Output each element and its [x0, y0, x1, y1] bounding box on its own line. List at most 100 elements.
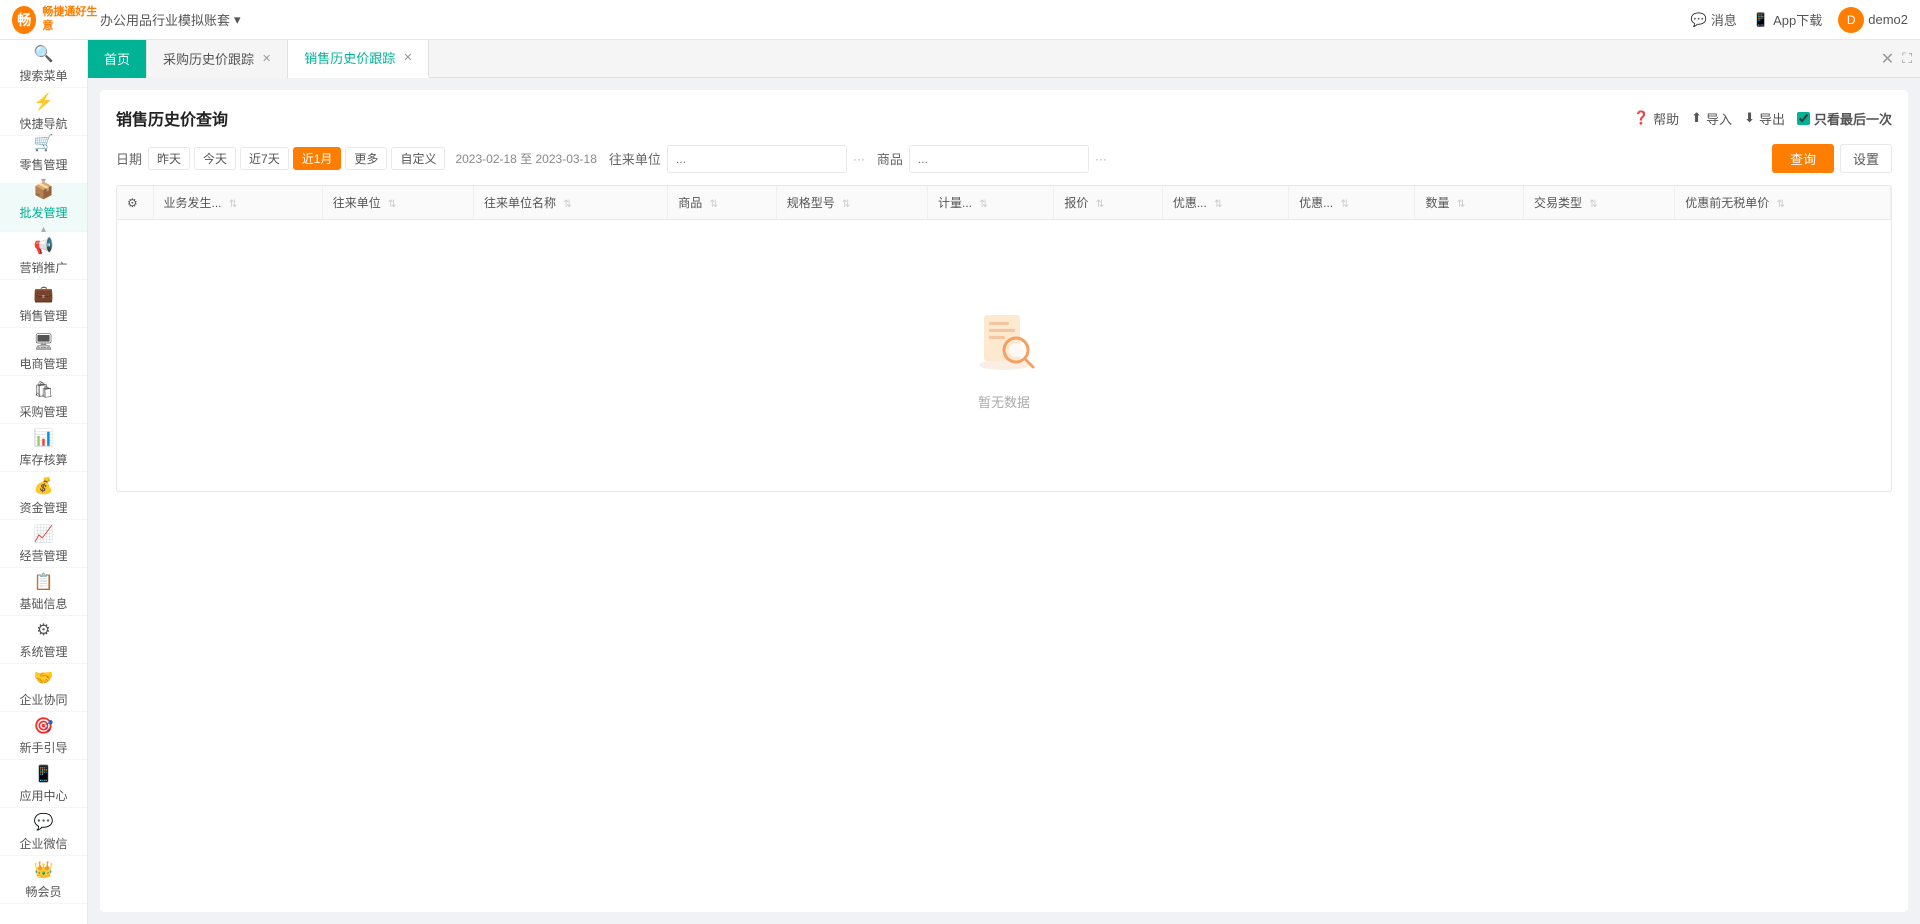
sidebar-item-wholesale[interactable]: 📦 批发管理 ▴: [0, 184, 87, 232]
col-spec[interactable]: 规格型号 ⇅: [776, 186, 927, 220]
sidebar-item-enterprise[interactable]: 🤝 企业协同: [0, 664, 87, 712]
sidebar-item-purchase[interactable]: 🛍 采购管理: [0, 376, 87, 424]
date-btn-today[interactable]: 今天: [194, 147, 236, 170]
tab-purchase-history[interactable]: 采购历史价跟踪 ✕: [147, 40, 288, 78]
sidebar-item-label: 企业微信: [19, 835, 67, 852]
sidebar-item-label: 库存核算: [19, 451, 67, 468]
col-settings[interactable]: ⚙: [117, 186, 153, 220]
sidebar-item-quick-nav[interactable]: ⚡ 快捷导航: [0, 88, 87, 136]
sidebar-item-retail[interactable]: 🛒 零售管理 ▾: [0, 136, 87, 184]
phone-icon: 📱: [1753, 12, 1769, 28]
sidebar-item-sales[interactable]: 💼 销售管理: [0, 280, 87, 328]
operations-icon: 📈: [34, 524, 54, 544]
only-last-toggle[interactable]: 只看最后一次: [1797, 109, 1892, 128]
sidebar-item-label: 新手引导: [19, 739, 67, 756]
product-label: 商品: [877, 149, 903, 168]
partner-input[interactable]: [667, 145, 847, 173]
ecommerce-icon: 🖥: [33, 332, 53, 352]
sidebar-item-system[interactable]: ⚙ 系统管理: [0, 616, 87, 664]
maximize-icon[interactable]: ⛶: [1902, 50, 1912, 67]
user-label: demo2: [1868, 12, 1908, 27]
export-btn[interactable]: ⬇ 导出: [1744, 109, 1785, 128]
sidebar-item-inventory[interactable]: 📊 库存核算: [0, 424, 87, 472]
product-ellipsis[interactable]: ···: [1095, 152, 1107, 166]
sidebar-item-guide[interactable]: 🎯 新手引导: [0, 712, 87, 760]
partner-ellipsis[interactable]: ···: [853, 152, 865, 166]
date-btn-more[interactable]: 更多: [345, 147, 387, 170]
sort-icon: ⇅: [1096, 199, 1104, 210]
col-pretax-price[interactable]: 优惠前无税单价 ⇅: [1675, 186, 1891, 220]
sidebar-item-wechat[interactable]: 💬 企业微信: [0, 808, 87, 856]
tab-sales-history-label: 销售历史价跟踪: [304, 48, 395, 67]
filter-right: 查询 设置: [1772, 144, 1892, 173]
sidebar-item-label: 资金管理: [19, 499, 67, 516]
date-btn-1month[interactable]: 近1月: [293, 147, 342, 170]
close-purchase-tab-icon[interactable]: ✕: [262, 52, 271, 65]
col-biz-date[interactable]: 业务发生... ⇅: [153, 186, 322, 220]
import-btn[interactable]: ⬆ 导入: [1691, 109, 1732, 128]
sidebar-item-basic-info[interactable]: 📋 基础信息: [0, 568, 87, 616]
filter-bar: 日期 昨天 今天 近7天 近1月 更多 自定义 2023-02-18 至 202…: [116, 144, 1892, 173]
col-discount2[interactable]: 优惠... ⇅: [1289, 186, 1415, 220]
account-dropdown[interactable]: 办公用品行业模拟账套 ▾: [100, 10, 1691, 29]
retail-icon: 🛒: [34, 133, 54, 153]
search-icon: 🔍: [34, 44, 54, 64]
col-partner-name[interactable]: 往来单位名称 ⇅: [474, 186, 668, 220]
tab-purchase-history-label: 采购历史价跟踪: [163, 49, 254, 68]
only-last-checkbox[interactable]: [1797, 112, 1810, 125]
col-quote[interactable]: 报价 ⇅: [1054, 186, 1162, 220]
sort-icon: ⇅: [710, 199, 718, 210]
sidebar-item-label: 畅会员: [25, 883, 61, 900]
col-product[interactable]: 商品 ⇅: [668, 186, 776, 220]
sidebar-item-app-center[interactable]: 📱 应用中心: [0, 760, 87, 808]
query-button[interactable]: 查询: [1772, 144, 1834, 173]
settings-button[interactable]: 设置: [1840, 144, 1892, 173]
sidebar-item-member[interactable]: 👑 畅会员: [0, 856, 87, 904]
date-btn-custom[interactable]: 自定义: [391, 147, 445, 170]
main-content: 销售历史价查询 ❓ 帮助 ⬆ 导入 ⬇ 导出 只看最后一次: [88, 78, 1920, 924]
col-unit[interactable]: 计量... ⇅: [928, 186, 1054, 220]
col-quantity[interactable]: 数量 ⇅: [1415, 186, 1523, 220]
help-btn[interactable]: ❓ 帮助: [1633, 109, 1679, 128]
sidebar-item-operations[interactable]: 📈 经营管理: [0, 520, 87, 568]
col-trade-type[interactable]: 交易类型 ⇅: [1523, 186, 1674, 220]
logo-text: 畅捷通好生意: [42, 6, 100, 32]
col-partner-code[interactable]: 往来单位 ⇅: [322, 186, 473, 220]
user-avatar-btn[interactable]: D demo2: [1838, 7, 1908, 33]
top-bar: 畅 畅捷通好生意 办公用品行业模拟账套 ▾ 💬 消息 📱 App下载 D dem…: [0, 0, 1920, 40]
data-table: ⚙ 业务发生... ⇅ 往来单位 ⇅ 往来单位名称 ⇅ 商品 ⇅: [117, 186, 1891, 220]
sidebar-item-label: 搜索菜单: [19, 67, 67, 84]
sidebar-item-search-menu[interactable]: 🔍 搜索菜单: [0, 40, 87, 88]
app-label: App下载: [1773, 10, 1822, 29]
col-discount1[interactable]: 优惠... ⇅: [1162, 186, 1288, 220]
sidebar-item-label: 电商管理: [19, 355, 67, 372]
sort-icon: ⇅: [1340, 199, 1348, 210]
sort-icon: ⇅: [563, 199, 571, 210]
help-label: 帮助: [1653, 109, 1679, 128]
sort-icon: ⇅: [842, 199, 850, 210]
sidebar-item-ecommerce[interactable]: 🖥 电商管理: [0, 328, 87, 376]
tab-home[interactable]: 首页: [88, 40, 147, 78]
sidebar-item-finance[interactable]: 💰 资金管理: [0, 472, 87, 520]
date-btn-yesterday[interactable]: 昨天: [148, 147, 190, 170]
product-input[interactable]: [909, 145, 1089, 173]
sidebar-item-label: 营销推广: [19, 259, 67, 276]
page-header: 销售历史价查询 ❓ 帮助 ⬆ 导入 ⬇ 导出 只看最后一次: [116, 106, 1892, 130]
settings-gear-icon: ⚙: [127, 196, 138, 210]
tab-sales-history[interactable]: 销售历史价跟踪 ✕: [288, 40, 429, 78]
empty-illustration: [964, 300, 1044, 380]
app-download-btn[interactable]: 📱 App下载: [1753, 10, 1822, 29]
date-btn-7days[interactable]: 近7天: [240, 147, 289, 170]
avatar: D: [1838, 7, 1864, 33]
message-icon: 💬: [1691, 12, 1707, 28]
sidebar-item-marketing[interactable]: 📢 营销推广: [0, 232, 87, 280]
close-sales-tab-icon[interactable]: ✕: [403, 51, 412, 64]
date-range-display: 2023-02-18 至 2023-03-18: [455, 150, 596, 167]
lightning-icon: ⚡: [34, 92, 54, 112]
sort-icon: ⇅: [1457, 199, 1465, 210]
empty-text: 暂无数据: [978, 392, 1030, 411]
sidebar-item-label: 零售管理: [19, 156, 67, 173]
close-window-icon[interactable]: ✕: [1881, 49, 1894, 69]
help-icon: ❓: [1633, 110, 1649, 126]
message-btn[interactable]: 💬 消息: [1691, 10, 1737, 29]
